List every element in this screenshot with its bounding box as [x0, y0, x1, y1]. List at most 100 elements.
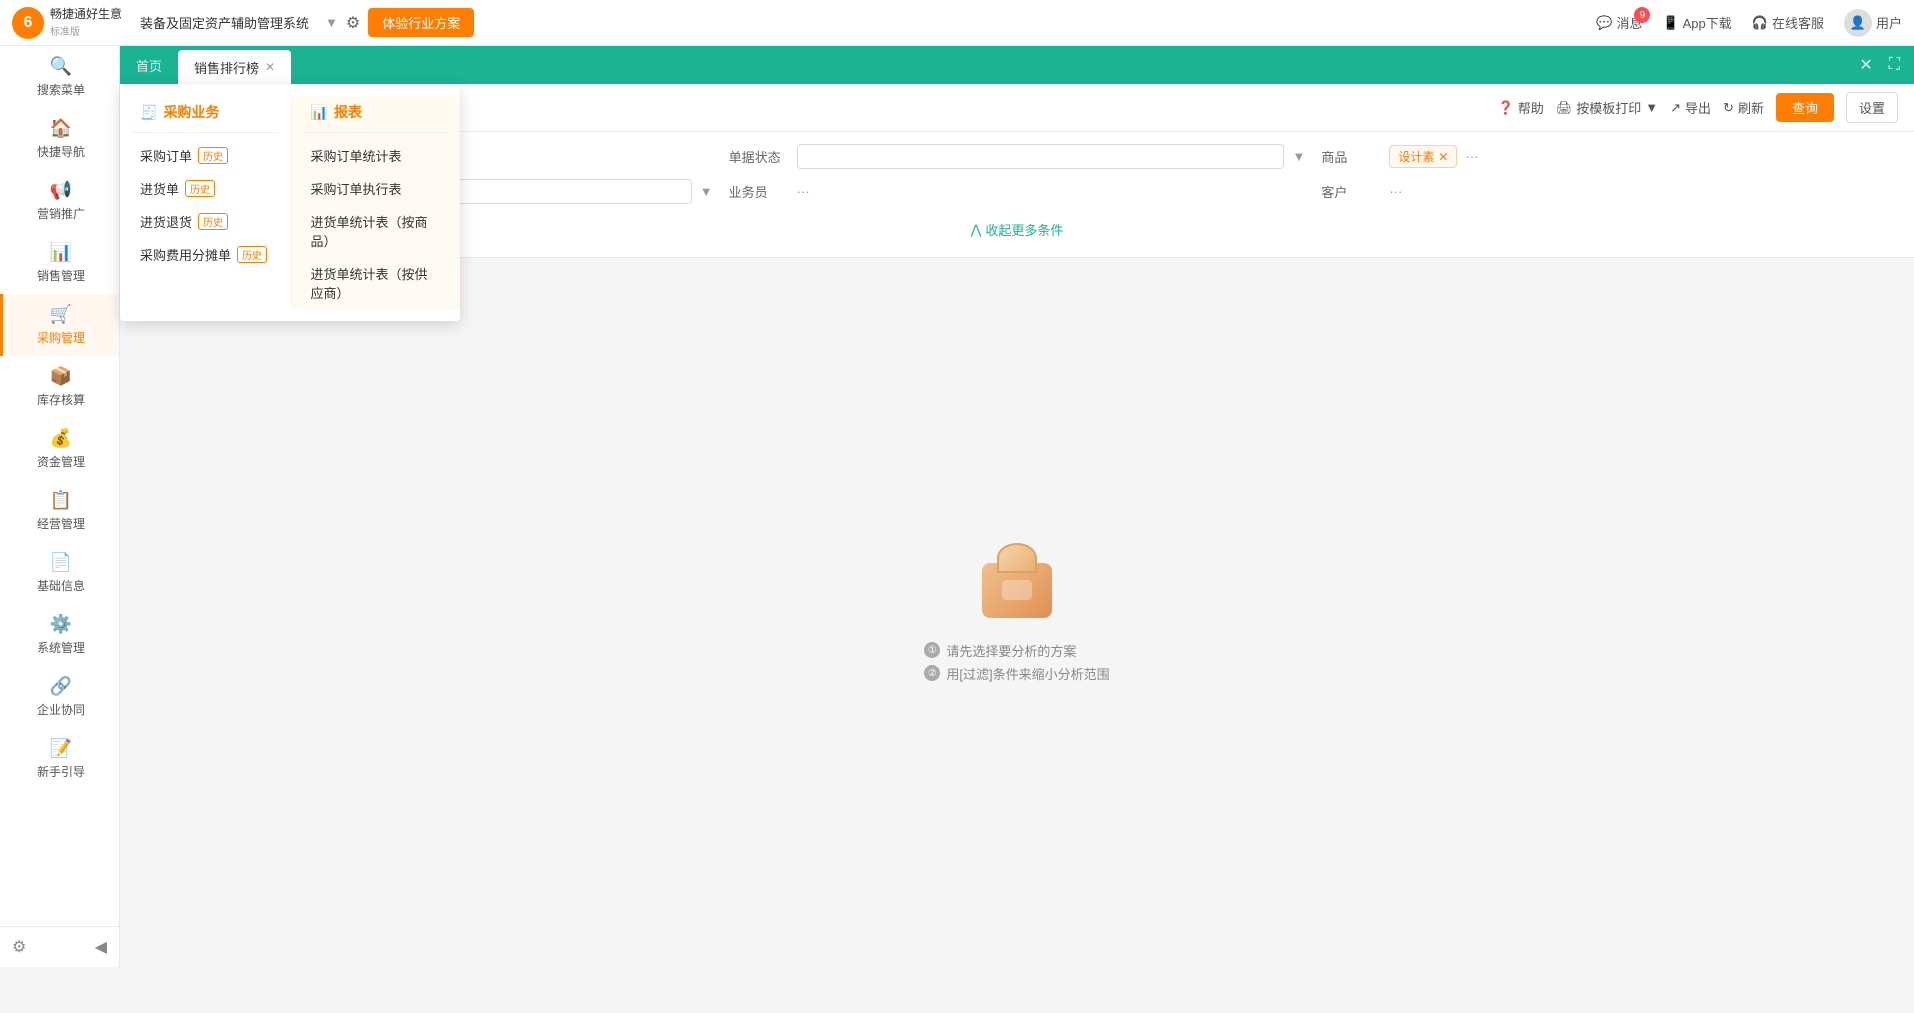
toolbar-right: ❓ 帮助 🖨 按模板打印 ▼ ↗ 导出 ↻ 刷新 查询 设置	[1498, 92, 1898, 123]
sidebar-item-purchase-label: 采购管理	[37, 329, 85, 346]
sidebar-item-sales[interactable]: 📊 销售管理	[0, 232, 119, 294]
finance-icon: 💰	[50, 428, 72, 449]
sidebar-item-basic[interactable]: 📄 基础信息	[0, 542, 119, 604]
filter-goods: 商品 设计素 ✕ ···	[1321, 145, 1898, 168]
tab-sales-rank-label: 销售排行榜	[194, 58, 259, 77]
tab-home[interactable]: 首页	[120, 46, 178, 84]
sidebar-item-search-label: 搜索菜单	[37, 81, 85, 98]
tab-close-icon[interactable]: ✕	[265, 60, 275, 74]
dropdown-columns: 🧾 采购业务 采购订单 历史 进货单 历史 进货退货 历史 采购费用分摊单 历史	[120, 96, 460, 309]
tab-close-all-icon[interactable]: ✕	[1853, 53, 1878, 77]
print-btn[interactable]: 🖨 按模板打印 ▼	[1556, 98, 1658, 117]
sidebar-item-search[interactable]: 🔍 搜索菜单	[0, 46, 119, 108]
goods-tag-close-icon[interactable]: ✕	[1438, 150, 1448, 164]
footer-collapse-icon[interactable]: ◀	[95, 937, 107, 957]
user-btn[interactable]: 👤 用户	[1844, 9, 1902, 37]
print-dropdown-icon[interactable]: ▼	[1645, 100, 1658, 115]
supplier-receipt-stat-item[interactable]: 进货单统计表（按供应商）	[303, 257, 449, 309]
sidebar-item-nav[interactable]: 🏠 快捷导航	[0, 108, 119, 170]
sidebar-item-operation[interactable]: 📋 经营管理	[0, 480, 119, 542]
settings-btn[interactable]: 设置	[1846, 92, 1898, 123]
top-bar: 6 畅捷通好生意 标准版 装备及固定资产辅助管理系统 ▼ ⚙ 体验行业方案 💬 …	[0, 0, 1914, 46]
filter-salesman: 业务员 ···	[729, 182, 1306, 201]
industry-btn[interactable]: 体验行业方案	[368, 8, 474, 37]
footer-settings-icon[interactable]: ⚙	[12, 937, 26, 957]
tab-expand-icon[interactable]: ⛶	[1883, 54, 1906, 76]
goods-label: 商品	[1321, 147, 1381, 166]
sidebar-item-collab-label: 企业协同	[37, 701, 85, 718]
supplier-receipt-stat-label: 进货单统计表（按供应商）	[311, 264, 441, 302]
collapse-btn[interactable]: ⋀ 收起更多条件	[971, 214, 1064, 245]
sidebar-item-system[interactable]: ⚙️ 系统管理	[0, 604, 119, 666]
empty-illustration	[957, 543, 1077, 633]
system-dropdown-icon[interactable]: ▼	[325, 15, 338, 30]
voucher-status-label: 单据状态	[729, 147, 789, 166]
voucher-status-select[interactable]	[797, 144, 1285, 169]
export-btn[interactable]: ↗ 导出	[1670, 98, 1711, 117]
user-avatar: 👤	[1844, 9, 1872, 37]
filter-customer: 客户 ···	[1321, 182, 1898, 201]
goods-more-icon[interactable]: ···	[1465, 149, 1478, 164]
sidebar-item-guide-label: 新手引导	[37, 763, 85, 780]
purchase-order-label: 采购订单	[140, 146, 192, 165]
collapse-up-icon: ⋀	[971, 222, 982, 238]
tab-home-label: 首页	[136, 56, 162, 75]
sidebar-item-system-label: 系统管理	[37, 639, 85, 656]
brand-name: 畅捷通好生意	[50, 7, 122, 23]
system-icon: ⚙️	[50, 614, 72, 635]
refresh-label: 刷新	[1738, 98, 1764, 117]
system-settings-icon[interactable]: ⚙	[346, 13, 360, 33]
message-icon: 💬	[1596, 15, 1612, 31]
purchase-return-item[interactable]: 进货退货 历史	[132, 205, 278, 238]
sidebar-item-finance-label: 资金管理	[37, 453, 85, 470]
purchase-return-label: 进货退货	[140, 212, 192, 231]
sidebar-footer: ⚙ ◀	[0, 926, 119, 967]
sidebar-item-finance[interactable]: 💰 资金管理	[0, 418, 119, 480]
hint-1-text: 请先选择要分析的方案	[946, 641, 1076, 660]
tab-sales-rank[interactable]: 销售排行榜 ✕	[178, 50, 291, 84]
sidebar-item-guide[interactable]: 📝 新手引导	[0, 728, 119, 790]
online-service-btn[interactable]: 🎧 在线客服	[1752, 13, 1824, 32]
app-download-btn[interactable]: 📱 App下载	[1662, 13, 1731, 32]
goods-receipt-stat-item[interactable]: 进货单统计表（按商品）	[303, 205, 449, 257]
search-icon: 🔍	[50, 56, 72, 77]
sidebar-item-inventory[interactable]: 📦 库存核算	[0, 356, 119, 418]
dropdown-purchase-col: 🧾 采购业务 采购订单 历史 进货单 历史 进货退货 历史 采购费用分摊单 历史	[120, 96, 290, 309]
data-area: ① 请先选择要分析的方案 ② 用[过滤]条件来缩小分析范围	[120, 258, 1914, 967]
sidebar-item-sales-label: 销售管理	[37, 267, 85, 284]
empty-hints: ① 请先选择要分析的方案 ② 用[过滤]条件来缩小分析范围	[924, 641, 1109, 683]
salesman-more-icon[interactable]: ···	[797, 184, 810, 199]
purchase-order-exec-item[interactable]: 采购订单执行表	[303, 172, 449, 205]
logo-area: 6 畅捷通好生意 标准版	[12, 7, 132, 39]
help-label: 帮助	[1518, 98, 1544, 117]
customer-more-icon[interactable]: ···	[1389, 184, 1402, 199]
query-btn[interactable]: 查询	[1776, 93, 1834, 122]
export-icon: ↗	[1670, 100, 1681, 116]
report-menu-icon: 📊	[311, 104, 328, 121]
message-btn[interactable]: 💬 消息 9	[1596, 13, 1642, 32]
goods-tag-text: 设计素	[1398, 148, 1434, 165]
system-info: 装备及固定资产辅助管理系统 ▼ ⚙ 体验行业方案	[132, 8, 1596, 37]
brand-sub: 标准版	[50, 23, 122, 38]
purchase-order-item[interactable]: 采购订单 历史	[132, 139, 278, 172]
purchase-order-stat-item[interactable]: 采购订单统计表	[303, 139, 449, 172]
sidebar-item-purchase[interactable]: 🛒 采购管理	[0, 294, 119, 356]
purchase-order-history-tag: 历史	[198, 147, 228, 164]
purchase-expense-item[interactable]: 采购费用分摊单 历史	[132, 238, 278, 271]
report-title-label: 报表	[334, 102, 362, 122]
sidebar-item-collab[interactable]: 🔗 企业协同	[0, 666, 119, 728]
sidebar-item-marketing[interactable]: 📢 营销推广	[0, 170, 119, 232]
purchase-return-history-tag: 历史	[198, 213, 228, 230]
sidebar-item-marketing-label: 营销推广	[37, 205, 85, 222]
tab-bar-right: ✕ ⛶	[1853, 53, 1914, 77]
purchase-expense-label: 采购费用分摊单	[140, 245, 231, 264]
collapse-label: 收起更多条件	[985, 220, 1063, 239]
purchase-receipt-history-tag: 历史	[185, 180, 215, 197]
tab-bar: 首页 销售排行榜 ✕ ✕ ⛶	[120, 46, 1914, 84]
collab-icon: 🔗	[50, 676, 72, 697]
voucher-status-dropdown-icon: ▼	[1292, 149, 1305, 164]
user-label: 用户	[1876, 13, 1902, 32]
refresh-btn[interactable]: ↻ 刷新	[1723, 98, 1764, 117]
help-btn[interactable]: ❓ 帮助	[1498, 98, 1544, 117]
purchase-receipt-item[interactable]: 进货单 历史	[132, 172, 278, 205]
